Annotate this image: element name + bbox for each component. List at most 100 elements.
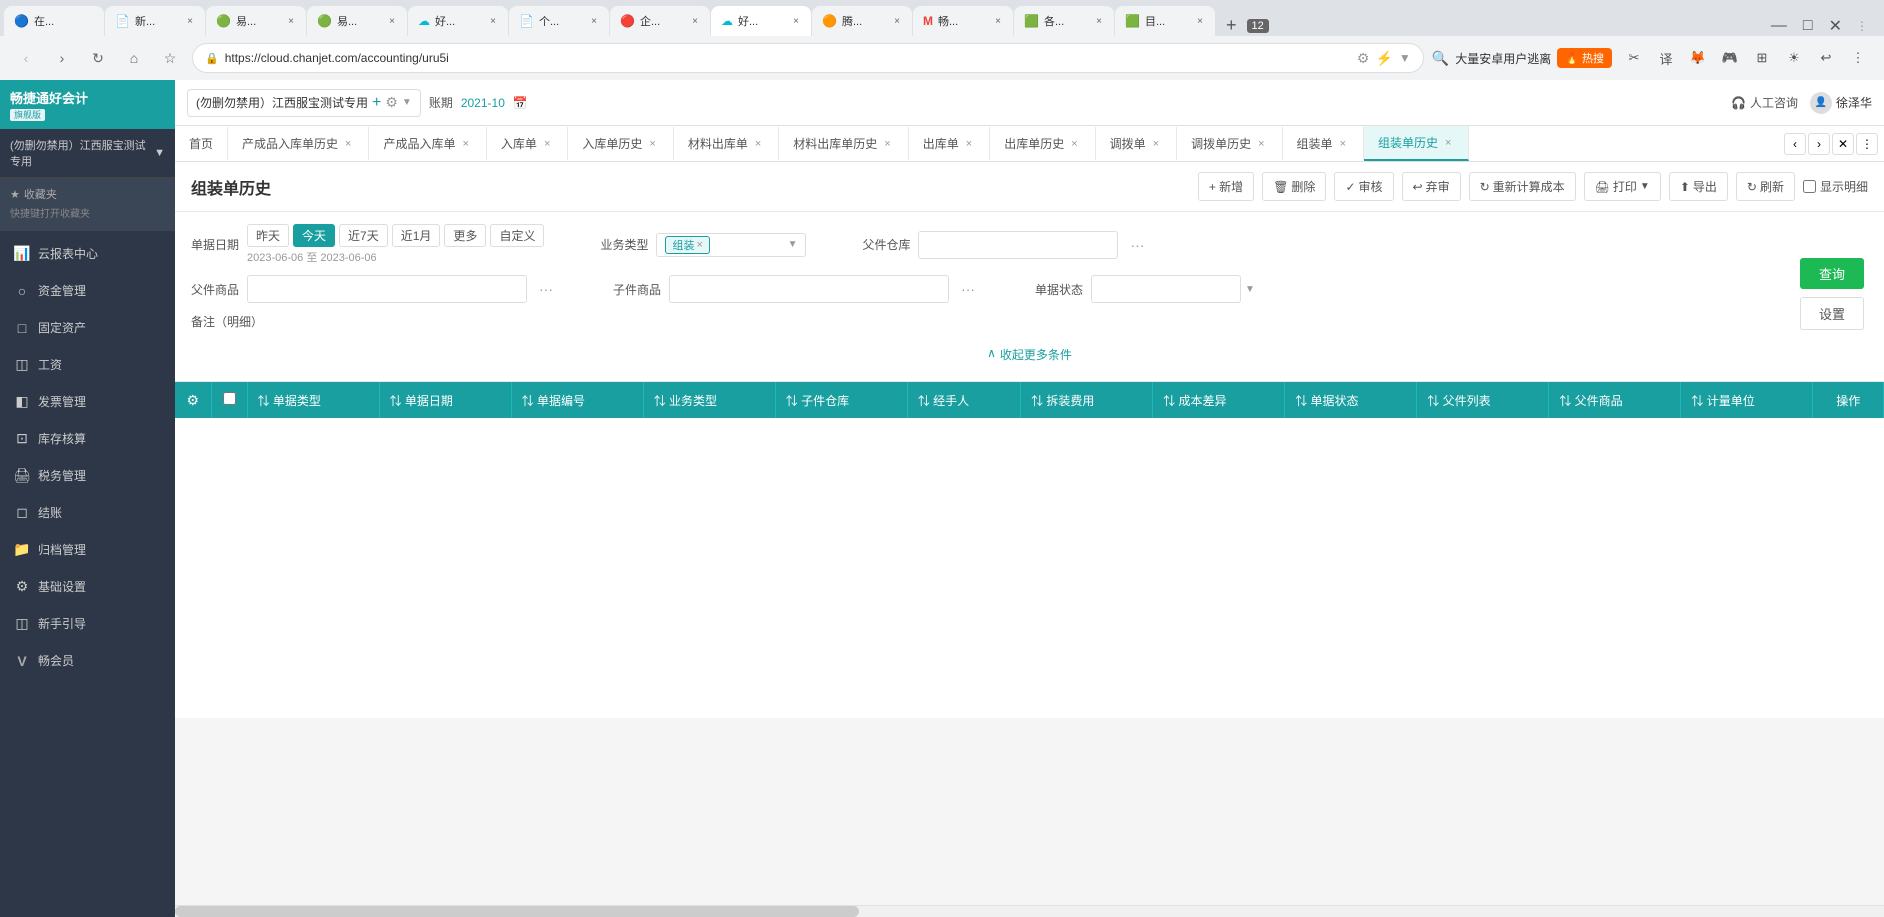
collapse-button[interactable]: ∧ 收起更多条件 xyxy=(191,340,1868,369)
undo-tool[interactable]: ↩ xyxy=(1812,44,1840,72)
sun-tool[interactable]: ☀ xyxy=(1780,44,1808,72)
more-tools[interactable]: ⋮ xyxy=(1844,44,1872,72)
tab-assembly-history[interactable]: 组装单历史 × xyxy=(1364,126,1469,161)
tab-product-inbound[interactable]: 产成品入库单 × xyxy=(369,127,486,160)
tab-close-product-inbound-history[interactable]: × xyxy=(342,137,354,151)
show-detail-input[interactable] xyxy=(1803,180,1816,193)
col-doc-no[interactable]: ⇅ 单据编号 xyxy=(511,382,643,418)
browser-tab-4[interactable]: 🟢 易... × xyxy=(307,6,407,36)
print-dropdown-icon[interactable]: ▼ xyxy=(1640,181,1650,192)
doc-status-dropdown[interactable]: ▼ xyxy=(1245,284,1255,295)
favorites-sub[interactable]: 快捷键打开收藏夹 xyxy=(10,202,165,223)
sidebar-item-vip[interactable]: V 畅会员 xyxy=(0,642,175,679)
tab-close-10[interactable]: × xyxy=(993,14,1003,29)
tab-close-transfer[interactable]: × xyxy=(1150,137,1162,151)
sidebar-item-inventory[interactable]: ⊡ 库存核算 xyxy=(0,420,175,457)
tab-close-transfer-history[interactable]: × xyxy=(1255,137,1267,151)
col-parent-list[interactable]: ⇅ 父件列表 xyxy=(1417,382,1549,418)
tab-close-5[interactable]: × xyxy=(488,14,498,29)
scrollbar-thumb[interactable] xyxy=(175,906,859,917)
tabs-next-button[interactable]: › xyxy=(1808,133,1830,155)
company-name[interactable]: (勿删勿禁用）江西服宝测试专用 ▼ xyxy=(10,137,165,169)
period-value[interactable]: 2021-10 xyxy=(461,96,505,110)
abandon-button[interactable]: ↩ 弃审 xyxy=(1402,172,1461,201)
col-parent-goods[interactable]: ⇅ 父件商品 xyxy=(1549,382,1681,418)
week7-button[interactable]: 近7天 xyxy=(339,224,388,247)
month1-button[interactable]: 近1月 xyxy=(392,224,441,247)
refresh-button[interactable]: ↻ xyxy=(84,44,112,72)
col-operator[interactable]: ⇅ 经手人 xyxy=(907,382,1020,418)
print-button[interactable]: 🖨 打印 ▼ xyxy=(1584,172,1661,201)
custom-date-button[interactable]: 自定义 xyxy=(490,224,544,247)
new-tab-button[interactable]: + xyxy=(1220,15,1243,36)
browser-tab-2[interactable]: 📄 新... × xyxy=(105,6,205,36)
browser-tab-12[interactable]: 🟩 目... × xyxy=(1115,6,1215,36)
col-child-warehouse[interactable]: ⇅ 子件仓库 xyxy=(775,382,907,418)
tab-close-inbound-history[interactable]: × xyxy=(646,137,658,151)
grid-tool[interactable]: ⊞ xyxy=(1748,44,1776,72)
tab-outbound[interactable]: 出库单 × xyxy=(909,127,990,160)
browser-tab-7[interactable]: 🔴 企... × xyxy=(610,6,710,36)
sidebar-item-archive-mgmt[interactable]: 📁 归档管理 xyxy=(0,531,175,568)
tab-transfer-history[interactable]: 调拨单历史 × xyxy=(1177,127,1282,160)
tab-close-3[interactable]: × xyxy=(286,14,296,29)
sidebar-favorites[interactable]: ★ 收藏夹 快捷键打开收藏夹 xyxy=(0,178,175,231)
browser-tab-11[interactable]: 🟩 各... × xyxy=(1014,6,1114,36)
parent-goods-input[interactable] xyxy=(247,275,527,303)
tab-close-assembly[interactable]: × xyxy=(1337,137,1349,151)
tab-assembly[interactable]: 组装单 × xyxy=(1283,127,1364,160)
business-type-dropdown[interactable]: ▼ xyxy=(788,239,798,250)
company-selector-settings[interactable]: ⚙ xyxy=(385,94,398,111)
tab-close-material-outbound[interactable]: × xyxy=(752,137,764,151)
browser-tab-1[interactable]: 🔵 在... xyxy=(4,6,104,36)
tabs-close-button[interactable]: ✕ xyxy=(1832,133,1854,155)
forward-button[interactable]: › xyxy=(48,44,76,72)
company-selector-add[interactable]: + xyxy=(372,94,381,112)
child-goods-input[interactable] xyxy=(669,275,949,303)
tab-close-11[interactable]: × xyxy=(1094,14,1104,29)
more-date-button[interactable]: 更多 xyxy=(444,224,486,247)
child-goods-more[interactable]: ··· xyxy=(957,279,979,299)
tab-close-4[interactable]: × xyxy=(387,14,397,29)
calendar-icon[interactable]: 📅 xyxy=(513,96,528,110)
sidebar-item-basic-settings[interactable]: ⚙ 基础设置 xyxy=(0,568,175,605)
tabs-prev-button[interactable]: ‹ xyxy=(1784,133,1806,155)
tab-close-outbound-history[interactable]: × xyxy=(1068,137,1080,151)
tab-close-6[interactable]: × xyxy=(589,14,599,29)
sidebar-item-new-guide[interactable]: ◫ 新手引导 xyxy=(0,605,175,642)
minimize-button[interactable]: — xyxy=(1765,17,1793,35)
col-cost-diff[interactable]: ⇅ 成本差异 xyxy=(1153,382,1285,418)
sidebar-company[interactable]: (勿删勿禁用）江西服宝测试专用 ▼ xyxy=(0,129,175,178)
fox-tool[interactable]: 🦊 xyxy=(1684,44,1712,72)
today-button[interactable]: 今天 xyxy=(293,224,335,247)
col-doc-date[interactable]: ⇅ 单据日期 xyxy=(379,382,511,418)
table-settings-gear[interactable]: ⚙ xyxy=(186,392,199,408)
query-button[interactable]: 查询 xyxy=(1800,258,1864,289)
url-bar[interactable]: 🔒 https://cloud.chanjet.com/accounting/u… xyxy=(192,43,1424,73)
tab-close-8[interactable]: × xyxy=(791,14,801,29)
home-button[interactable]: ⌂ xyxy=(120,44,148,72)
browser-tab-9[interactable]: 🟠 腾... × xyxy=(812,6,912,36)
col-unit[interactable]: ⇅ 计量单位 xyxy=(1681,382,1813,418)
delete-button[interactable]: 🗑 删除 xyxy=(1262,172,1326,201)
company-selector[interactable]: (勿删勿禁用）江西服宝测试专用 + ⚙ ▼ xyxy=(187,89,421,117)
business-type-select[interactable]: 组装 × ▼ xyxy=(656,233,806,257)
tab-close-outbound[interactable]: × xyxy=(963,137,975,151)
parent-goods-more[interactable]: ··· xyxy=(535,279,557,299)
tab-inbound-history[interactable]: 入库单历史 × xyxy=(568,127,673,160)
bookmark-button[interactable]: ☆ xyxy=(156,44,184,72)
scissors-tool[interactable]: ✂ xyxy=(1620,44,1648,72)
review-button[interactable]: ✓ 审核 xyxy=(1334,172,1393,201)
sidebar-item-cloud-report[interactable]: 📊 云报表中心 xyxy=(0,235,175,272)
doc-status-input[interactable] xyxy=(1091,275,1241,303)
parent-warehouse-more[interactable]: ··· xyxy=(1126,235,1148,255)
url-dropdown-icon[interactable]: ▼ xyxy=(1399,51,1411,65)
tab-close-2[interactable]: × xyxy=(185,14,195,29)
tab-home[interactable]: 首页 xyxy=(175,127,228,160)
tab-close-inbound[interactable]: × xyxy=(541,137,553,151)
close-window-button[interactable]: ✕ xyxy=(1823,16,1848,36)
tab-product-inbound-history[interactable]: 产成品入库单历史 × xyxy=(228,127,369,160)
tab-close-material-outbound-history[interactable]: × xyxy=(881,137,893,151)
col-checkbox[interactable] xyxy=(211,382,247,418)
sidebar-item-tax-mgmt[interactable]: 🖨 税务管理 xyxy=(0,457,175,494)
